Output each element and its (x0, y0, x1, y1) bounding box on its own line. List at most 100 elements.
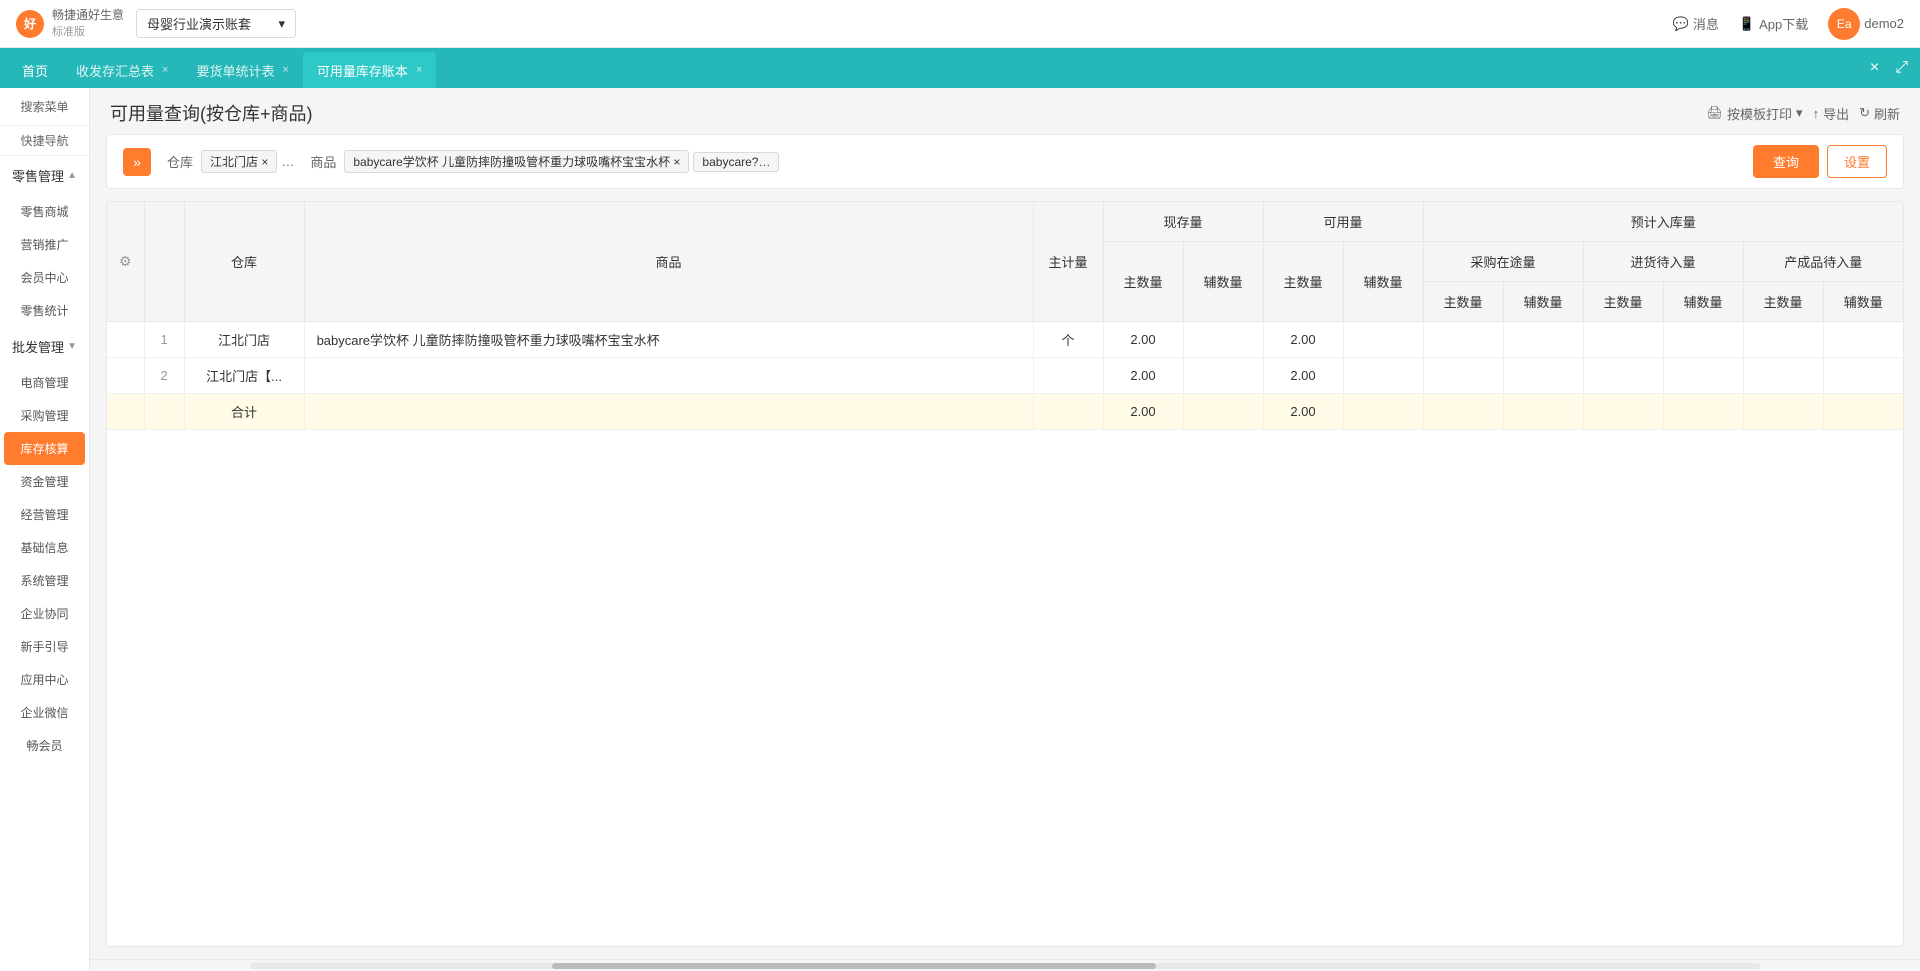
sidebar-item-operation[interactable]: 经营管理 (0, 498, 89, 531)
query-button[interactable]: 查询 (1753, 145, 1819, 178)
sidebar-group-retail[interactable]: 零售管理 ▲ (0, 156, 89, 195)
filter-product-group: 商品 babycare学饮杯 儿童防摔防撞吸管杯重力球吸嘴杯宝宝水杯 × bab… (310, 150, 779, 173)
sidebar-item-ecommerce[interactable]: 电商管理 (0, 366, 89, 399)
warehouse-tag-1[interactable]: 江北门店 × (201, 150, 277, 173)
tab-home[interactable]: 首页 (8, 52, 62, 88)
download-button[interactable]: 📱 App下载 (1739, 14, 1808, 33)
th-available-group: 可用量 (1263, 202, 1423, 242)
product-tag-2-text: babycare?… (702, 155, 770, 169)
tab-home-label: 首页 (22, 61, 48, 80)
tab-available[interactable]: 可用量库存账本 × (303, 52, 436, 88)
warehouse-more[interactable]: … (281, 154, 294, 169)
data-table: ⚙ 仓库 商品 主计量 现存量 可用量 预计入库量 主数量 辅数量 主数量 (107, 202, 1903, 430)
th-incoming-sub: 辅数量 (1663, 282, 1743, 322)
warehouse-selector-label: 母婴行业演示账套 (147, 14, 251, 33)
footer-stock-sub (1183, 394, 1263, 430)
footer-incoming-main (1583, 394, 1663, 430)
warehouse-selector[interactable]: 母婴行业演示账套 ▾ (136, 9, 296, 38)
download-label: App下载 (1759, 14, 1808, 33)
footer-product (304, 394, 1033, 430)
sidebar-item-enterprise[interactable]: 企业协同 (0, 597, 89, 630)
sidebar-item-mall[interactable]: 零售商城 (0, 195, 89, 228)
sidebar-group-retail-label: 零售管理 (12, 166, 64, 185)
refresh-button[interactable]: ↻ 刷新 (1859, 104, 1900, 123)
settings-button[interactable]: 设置 (1827, 145, 1887, 178)
cell-stock-sub-2 (1183, 358, 1263, 394)
cell-unit-2 (1033, 358, 1103, 394)
main-layout: 搜索菜单 快捷导航 零售管理 ▲ 零售商城 营销推广 会员中心 零售统计 批发管… (0, 88, 1920, 971)
page-actions: 🖨 按模板打印 ▾ ↑ 导出 ↻ 刷新 (1707, 104, 1901, 123)
logo-icon: 好 (16, 10, 44, 38)
refresh-label: 刷新 (1874, 104, 1900, 123)
th-stock-main: 主数量 (1103, 242, 1183, 322)
user-menu[interactable]: Ea demo2 (1828, 8, 1904, 40)
sidebar-item-system[interactable]: 系统管理 (0, 564, 89, 597)
edition-tag: 标准版 (52, 23, 124, 39)
sidebar-item-vip[interactable]: 畅会员 (0, 729, 89, 762)
footer-purchase-sub (1503, 394, 1583, 430)
sidebar-item-finance[interactable]: 资金管理 (0, 465, 89, 498)
expand-button[interactable]: ⤢ (1891, 55, 1912, 81)
footer-purchase-main (1423, 394, 1503, 430)
caret-icon: ▲ (67, 170, 77, 181)
horizontal-scrollbar-track[interactable] (250, 963, 1760, 969)
sidebar-quick-nav[interactable]: 快捷导航 (0, 126, 89, 156)
sidebar-item-inventory[interactable]: 库存核算 (4, 432, 85, 465)
message-button[interactable]: 💬 消息 (1673, 14, 1719, 33)
sidebar-item-member[interactable]: 会员中心 (0, 261, 89, 294)
tab-receive[interactable]: 收发存汇总表 × (62, 52, 182, 88)
cell-production-main-1 (1743, 322, 1823, 358)
cell-available-sub-2 (1343, 358, 1423, 394)
page-title: 可用量查询(按仓库+商品) (110, 100, 313, 126)
horizontal-scrollbar-thumb[interactable] (552, 963, 1156, 969)
logo-text-area: 畅捷通好生意 标准版 (52, 8, 124, 40)
tab-order-close[interactable]: × (282, 64, 288, 76)
footer-incoming-sub (1663, 394, 1743, 430)
cell-settings-1 (107, 322, 144, 358)
product-tag-2[interactable]: babycare?… (693, 152, 779, 172)
th-production-group: 产成品待入量 (1743, 242, 1903, 282)
caret-icon-2: ▼ (67, 341, 77, 352)
footer-production-sub (1823, 394, 1903, 430)
sidebar-item-purchase[interactable]: 采购管理 (0, 399, 89, 432)
footer-production-main (1743, 394, 1823, 430)
cell-purchase-main-2 (1423, 358, 1503, 394)
footer-seq (144, 394, 184, 430)
table-scrollbar-area (90, 959, 1920, 971)
warehouse-filter-label: 仓库 (167, 152, 193, 171)
filter-toggle-button[interactable]: » (123, 148, 151, 176)
th-purchase-group: 采购在途量 (1423, 242, 1583, 282)
cell-warehouse-1: 江北门店 (184, 322, 304, 358)
close-all-tabs-button[interactable]: × (1866, 55, 1883, 81)
sidebar-section: 零售管理 ▲ 零售商城 营销推广 会员中心 零售统计 批发管理 ▼ 电商管理 采… (0, 156, 89, 762)
sidebar-search[interactable]: 搜索菜单 (0, 88, 89, 126)
tab-receive-close[interactable]: × (162, 64, 168, 76)
template-print-button[interactable]: 🖨 按模板打印 ▾ (1707, 104, 1803, 123)
th-incoming-group: 进货待入量 (1583, 242, 1743, 282)
footer-available-main: 2.00 (1263, 394, 1343, 430)
export-button[interactable]: ↑ 导出 (1813, 104, 1850, 123)
cell-incoming-main-2 (1583, 358, 1663, 394)
sidebar-item-stat[interactable]: 零售统计 (0, 294, 89, 327)
sidebar-item-newguide[interactable]: 新手引导 (0, 630, 89, 663)
sidebar-item-marketing[interactable]: 营销推广 (0, 228, 89, 261)
cell-production-sub-2 (1823, 358, 1903, 394)
sidebar-item-wechat[interactable]: 企业微信 (0, 696, 89, 729)
cell-product-2 (304, 358, 1033, 394)
table-row: 1 江北门店 babycare学饮杯 儿童防摔防撞吸管杯重力球吸嘴杯宝宝水杯 个… (107, 322, 1903, 358)
product-tag-1[interactable]: babycare学饮杯 儿童防摔防撞吸管杯重力球吸嘴杯宝宝水杯 × (344, 150, 689, 173)
th-incoming-main: 主数量 (1583, 282, 1663, 322)
sidebar-item-appcenter[interactable]: 应用中心 (0, 663, 89, 696)
sidebar-group-wholesale[interactable]: 批发管理 ▼ (0, 327, 89, 366)
sidebar-item-basic[interactable]: 基础信息 (0, 531, 89, 564)
table-area: ⚙ 仓库 商品 主计量 现存量 可用量 预计入库量 主数量 辅数量 主数量 (106, 201, 1904, 947)
warehouse-tag-1-text: 江北门店 × (210, 153, 268, 170)
tab-available-close[interactable]: × (416, 64, 422, 76)
cell-unit-1: 个 (1033, 322, 1103, 358)
logo-text: 畅捷通好生意 (52, 8, 124, 24)
avatar: Ea (1828, 8, 1860, 40)
settings-icon[interactable]: ⚙ (119, 253, 132, 269)
tab-order[interactable]: 要货单统计表 × (182, 52, 302, 88)
th-purchase-main: 主数量 (1423, 282, 1503, 322)
cell-incoming-sub-1 (1663, 322, 1743, 358)
